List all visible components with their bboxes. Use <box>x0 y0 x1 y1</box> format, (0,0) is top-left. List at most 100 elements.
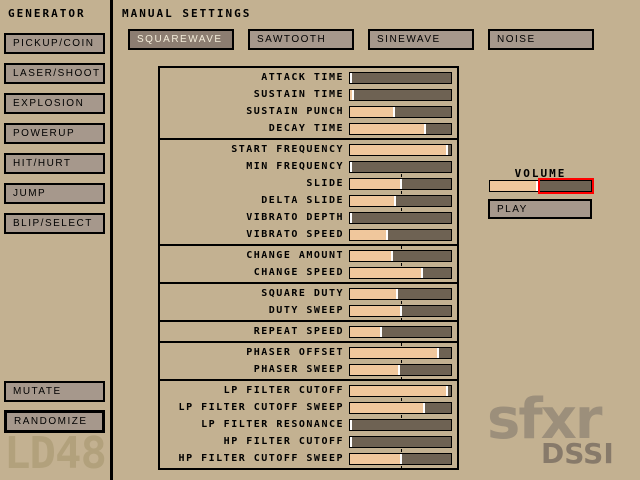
slider-duty-sweep[interactable] <box>349 300 452 321</box>
generator-button-powerup[interactable]: POWERUP <box>4 123 105 144</box>
generator-button-explosion[interactable]: EXPLOSION <box>4 93 105 114</box>
dssi-logo: DSSI <box>541 437 614 470</box>
volume-slider-track <box>489 180 592 192</box>
slider-group: SQUARE DUTY DUTY SWEEP <box>158 282 459 322</box>
waveform-button-squarewave[interactable]: SQUAREWAVE <box>128 29 234 50</box>
slider-track <box>349 177 452 190</box>
slider-indicator[interactable] <box>445 144 448 155</box>
slider-track <box>349 160 452 173</box>
slider-sustain-punch[interactable] <box>349 105 452 118</box>
generator-button-jump[interactable]: JUMP <box>4 183 105 204</box>
waveform-button-noise[interactable]: NOISE <box>488 29 594 50</box>
play-button[interactable]: PLAY <box>488 199 592 219</box>
slider-track <box>349 325 452 338</box>
slider-label-sustain-punch: SUSTAIN PUNCH <box>246 106 344 117</box>
center-tick <box>400 376 402 380</box>
ld48-watermark: LD48 <box>4 428 107 479</box>
slider-indicator[interactable] <box>420 267 423 278</box>
waveform-button-sinewave[interactable]: SINEWAVE <box>368 29 474 50</box>
slider-start-frequency[interactable] <box>349 143 452 156</box>
slider-slide[interactable] <box>349 173 452 194</box>
slider-track <box>349 418 452 431</box>
slider-lp-filter-resonance[interactable] <box>349 418 452 431</box>
slider-indicator[interactable] <box>350 161 352 172</box>
slider-track <box>349 346 452 359</box>
slider-decay-time[interactable] <box>349 122 452 135</box>
slider-fill <box>350 305 401 316</box>
slider-indicator[interactable] <box>399 453 402 464</box>
slider-row: PHASER SWEEP <box>160 359 457 380</box>
slider-indicator[interactable] <box>396 288 399 299</box>
slider-square-duty[interactable] <box>349 287 452 300</box>
slider-track <box>349 363 452 376</box>
volume-slider-fill <box>490 181 538 191</box>
slider-row: SQUARE DUTY <box>160 285 457 302</box>
vertical-divider <box>110 0 113 480</box>
slider-fill <box>350 453 401 464</box>
slider-label-repeat-speed: REPEAT SPEED <box>253 326 344 337</box>
slider-fill <box>350 288 398 299</box>
slider-min-frequency[interactable] <box>349 160 452 173</box>
center-tick <box>400 300 402 304</box>
generator-button-pickup-coin[interactable]: PICKUP/COIN <box>4 33 105 54</box>
slider-vibrato-speed[interactable] <box>349 228 452 241</box>
randomize-button[interactable]: RANDOMIZE <box>4 410 105 433</box>
slider-indicator[interactable] <box>393 106 396 117</box>
slider-fill <box>350 195 396 206</box>
mutate-button[interactable]: MUTATE <box>4 381 105 402</box>
slider-delta-slide[interactable] <box>349 190 452 211</box>
slider-indicator[interactable] <box>422 402 425 413</box>
slider-indicator[interactable] <box>399 305 402 316</box>
slider-group: LP FILTER CUTOFF LP FILTER CUTOFF SWEEP LP… <box>158 379 459 470</box>
slider-hp-filter-cutoff-sweep[interactable] <box>349 448 452 469</box>
slider-label-phaser-sweep: PHASER SWEEP <box>253 364 344 375</box>
generator-button-laser-shoot[interactable]: LASER/SHOOT <box>4 63 105 84</box>
slider-repeat-speed[interactable] <box>349 325 452 338</box>
slider-hp-filter-cutoff[interactable] <box>349 435 452 448</box>
slider-label-start-frequency: START FREQUENCY <box>231 144 344 155</box>
slider-indicator[interactable] <box>394 195 397 206</box>
slider-indicator[interactable] <box>398 364 401 375</box>
generator-button-blip-select[interactable]: BLIP/SELECT <box>4 213 105 234</box>
center-tick <box>400 207 402 211</box>
slider-row: HP FILTER CUTOFF <box>160 433 457 450</box>
generator-button-hit-hurt[interactable]: HIT/HURT <box>4 153 105 174</box>
slider-indicator[interactable] <box>352 89 355 100</box>
slider-indicator[interactable] <box>350 72 352 83</box>
slider-label-sustain-time: SUSTAIN TIME <box>253 89 344 100</box>
slider-lp-filter-cutoff-sweep[interactable] <box>349 397 452 418</box>
slider-change-speed[interactable] <box>349 266 452 279</box>
slider-indicator[interactable] <box>436 347 439 358</box>
slider-track <box>349 122 452 135</box>
slider-indicator[interactable] <box>423 123 426 134</box>
slider-fill <box>350 144 447 155</box>
slider-track <box>349 105 452 118</box>
slider-indicator[interactable] <box>399 178 402 189</box>
slider-row: REPEAT SPEED <box>160 323 457 340</box>
slider-indicator[interactable] <box>386 229 389 240</box>
center-tick <box>400 262 402 266</box>
parameter-slider-panel: ATTACK TIME SUSTAIN TIME SUSTAIN PUNCH DECA… <box>158 66 459 470</box>
slider-sustain-time[interactable] <box>349 88 452 101</box>
slider-change-amount[interactable] <box>349 245 452 266</box>
slider-phaser-offset[interactable] <box>349 342 452 363</box>
slider-indicator[interactable] <box>391 250 394 261</box>
volume-slider-indicator[interactable] <box>536 181 539 191</box>
slider-fill <box>350 364 400 375</box>
slider-label-lp-filter-resonance: LP FILTER RESONANCE <box>201 419 344 430</box>
manual-settings-title: MANUAL SETTINGS <box>122 7 252 20</box>
slider-attack-time[interactable] <box>349 71 452 84</box>
slider-indicator[interactable] <box>445 385 448 396</box>
slider-phaser-sweep[interactable] <box>349 359 452 380</box>
slider-indicator[interactable] <box>350 212 352 223</box>
slider-vibrato-depth[interactable] <box>349 211 452 224</box>
slider-row: ATTACK TIME <box>160 69 457 86</box>
slider-track <box>349 249 452 262</box>
slider-indicator[interactable] <box>380 326 383 337</box>
slider-label-vibrato-depth: VIBRATO DEPTH <box>246 212 344 223</box>
volume-slider[interactable] <box>489 178 594 194</box>
slider-indicator[interactable] <box>350 436 352 447</box>
waveform-button-sawtooth[interactable]: SAWTOOTH <box>248 29 354 50</box>
slider-indicator[interactable] <box>350 419 352 430</box>
slider-lp-filter-cutoff[interactable] <box>349 384 452 397</box>
